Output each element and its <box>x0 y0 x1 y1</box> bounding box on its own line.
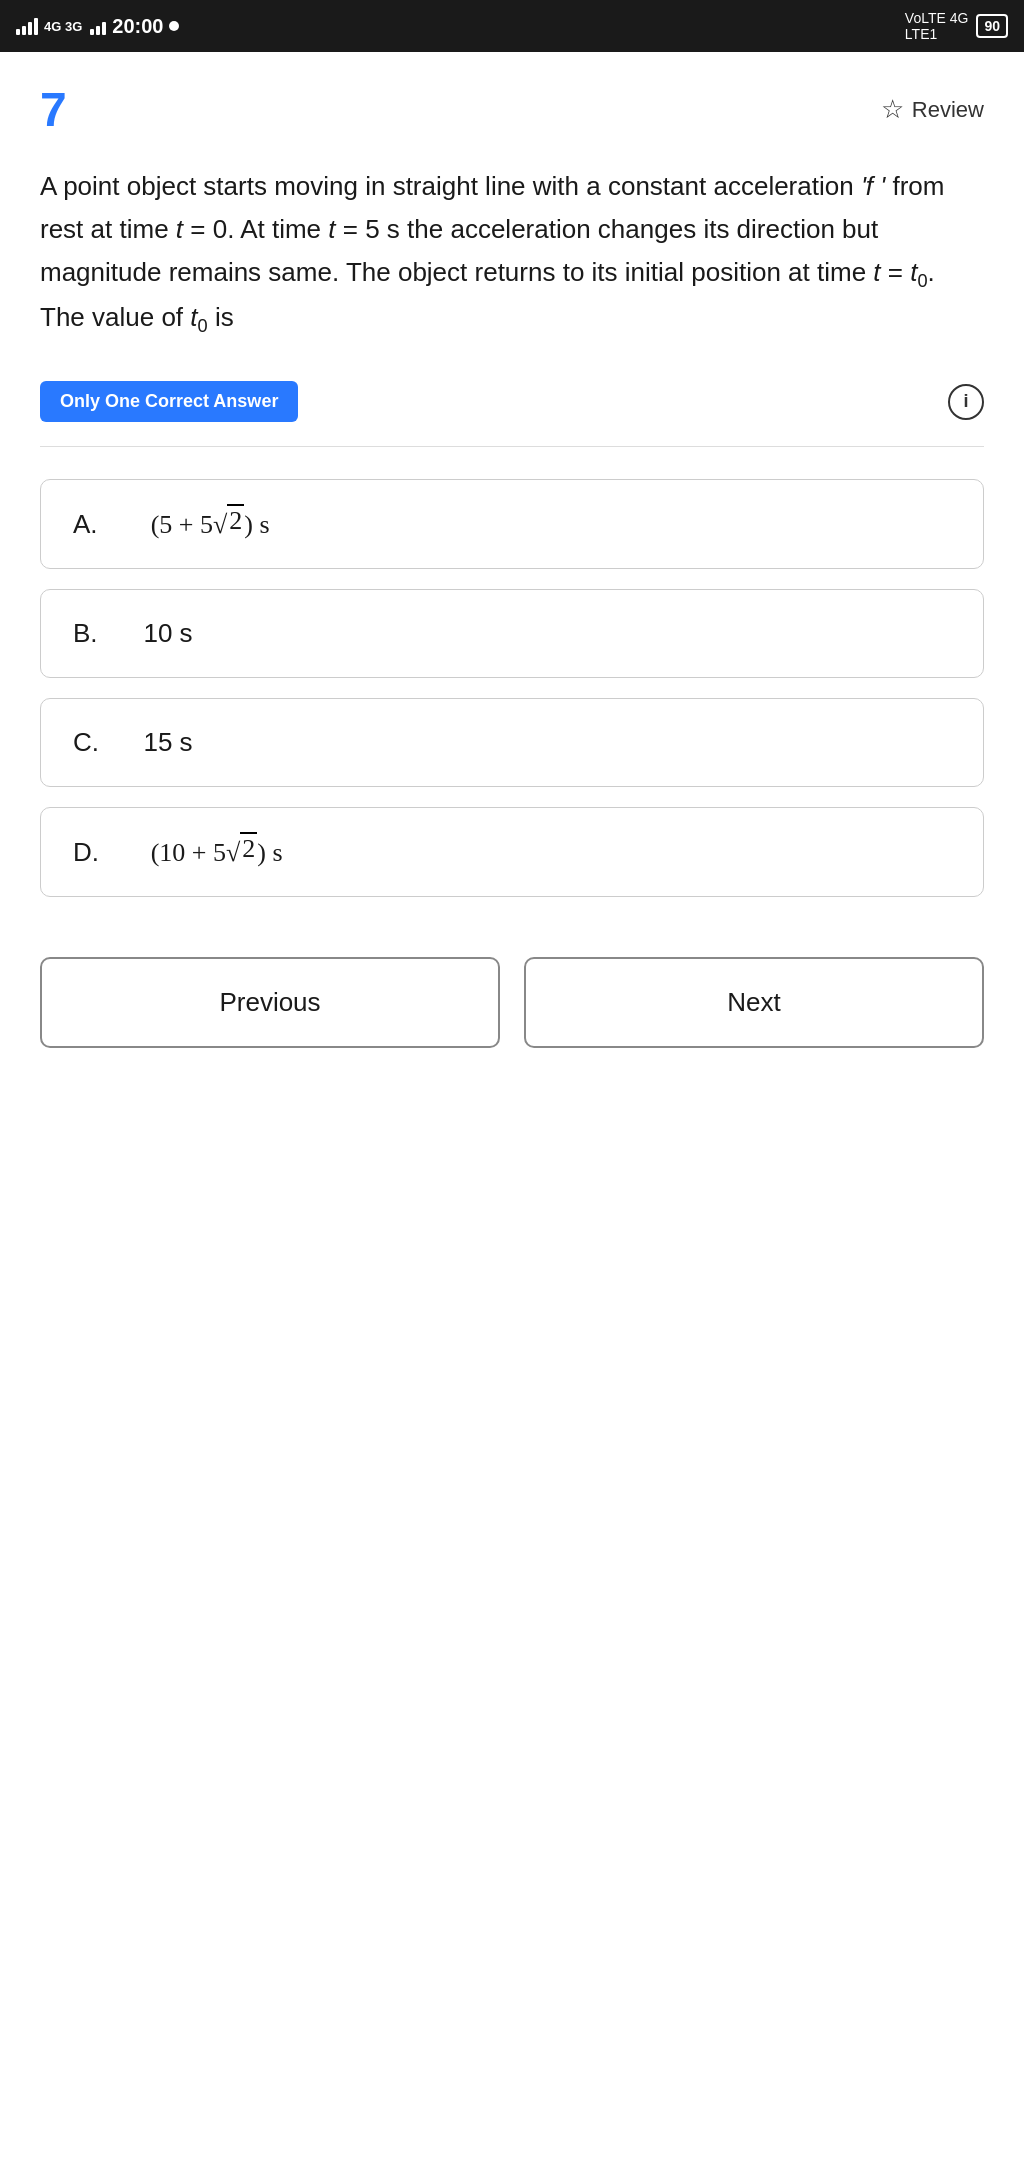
badge-row: Only One Correct Answer i <box>40 381 984 422</box>
status-bar: 4G 3G 20:00 VoLTE 4GLTE1 90 <box>0 0 1024 52</box>
option-d[interactable]: D. (10 + 5√2) s <box>40 807 984 897</box>
status-left: 4G 3G 20:00 <box>16 15 179 38</box>
divider <box>40 446 984 447</box>
status-dot <box>169 21 179 31</box>
option-a-text: (5 + 5√2) s <box>129 508 270 540</box>
network-4g-label: 4G 3G <box>44 19 82 34</box>
question-text: A point object starts moving in straight… <box>40 165 984 341</box>
next-button[interactable]: Next <box>524 957 984 1048</box>
main-content: 7 ☆ Review A point object starts moving … <box>0 52 1024 2161</box>
option-b[interactable]: B. 10 s <box>40 589 984 678</box>
option-b-letter: B. <box>73 618 109 649</box>
battery-indicator: 90 <box>976 14 1008 38</box>
answer-type-badge: Only One Correct Answer <box>40 381 298 422</box>
status-time: 20:00 <box>112 15 163 38</box>
option-a[interactable]: A. (5 + 5√2) s <box>40 479 984 569</box>
status-right: VoLTE 4GLTE1 90 <box>905 10 1008 42</box>
review-label: Review <box>912 97 984 123</box>
nav-buttons: Previous Next <box>40 957 984 1048</box>
options-container: A. (5 + 5√2) s B. 10 s C. 15 s D. (10 + … <box>40 479 984 897</box>
option-c-text: 15 s <box>129 727 193 758</box>
previous-button[interactable]: Previous <box>40 957 500 1048</box>
network-right-label: VoLTE 4GLTE1 <box>905 10 969 42</box>
option-d-text: (10 + 5√2) s <box>129 836 283 868</box>
option-a-letter: A. <box>73 509 109 540</box>
signal-3g-icon <box>90 17 106 35</box>
option-c-letter: C. <box>73 727 109 758</box>
question-number: 7 <box>40 82 67 137</box>
info-icon[interactable]: i <box>948 384 984 420</box>
option-c[interactable]: C. 15 s <box>40 698 984 787</box>
star-icon: ☆ <box>881 94 904 125</box>
option-d-letter: D. <box>73 837 109 868</box>
signal-4g-icon <box>16 17 38 35</box>
option-b-text: 10 s <box>129 618 193 649</box>
header-row: 7 ☆ Review <box>40 82 984 137</box>
review-button[interactable]: ☆ Review <box>881 94 984 125</box>
